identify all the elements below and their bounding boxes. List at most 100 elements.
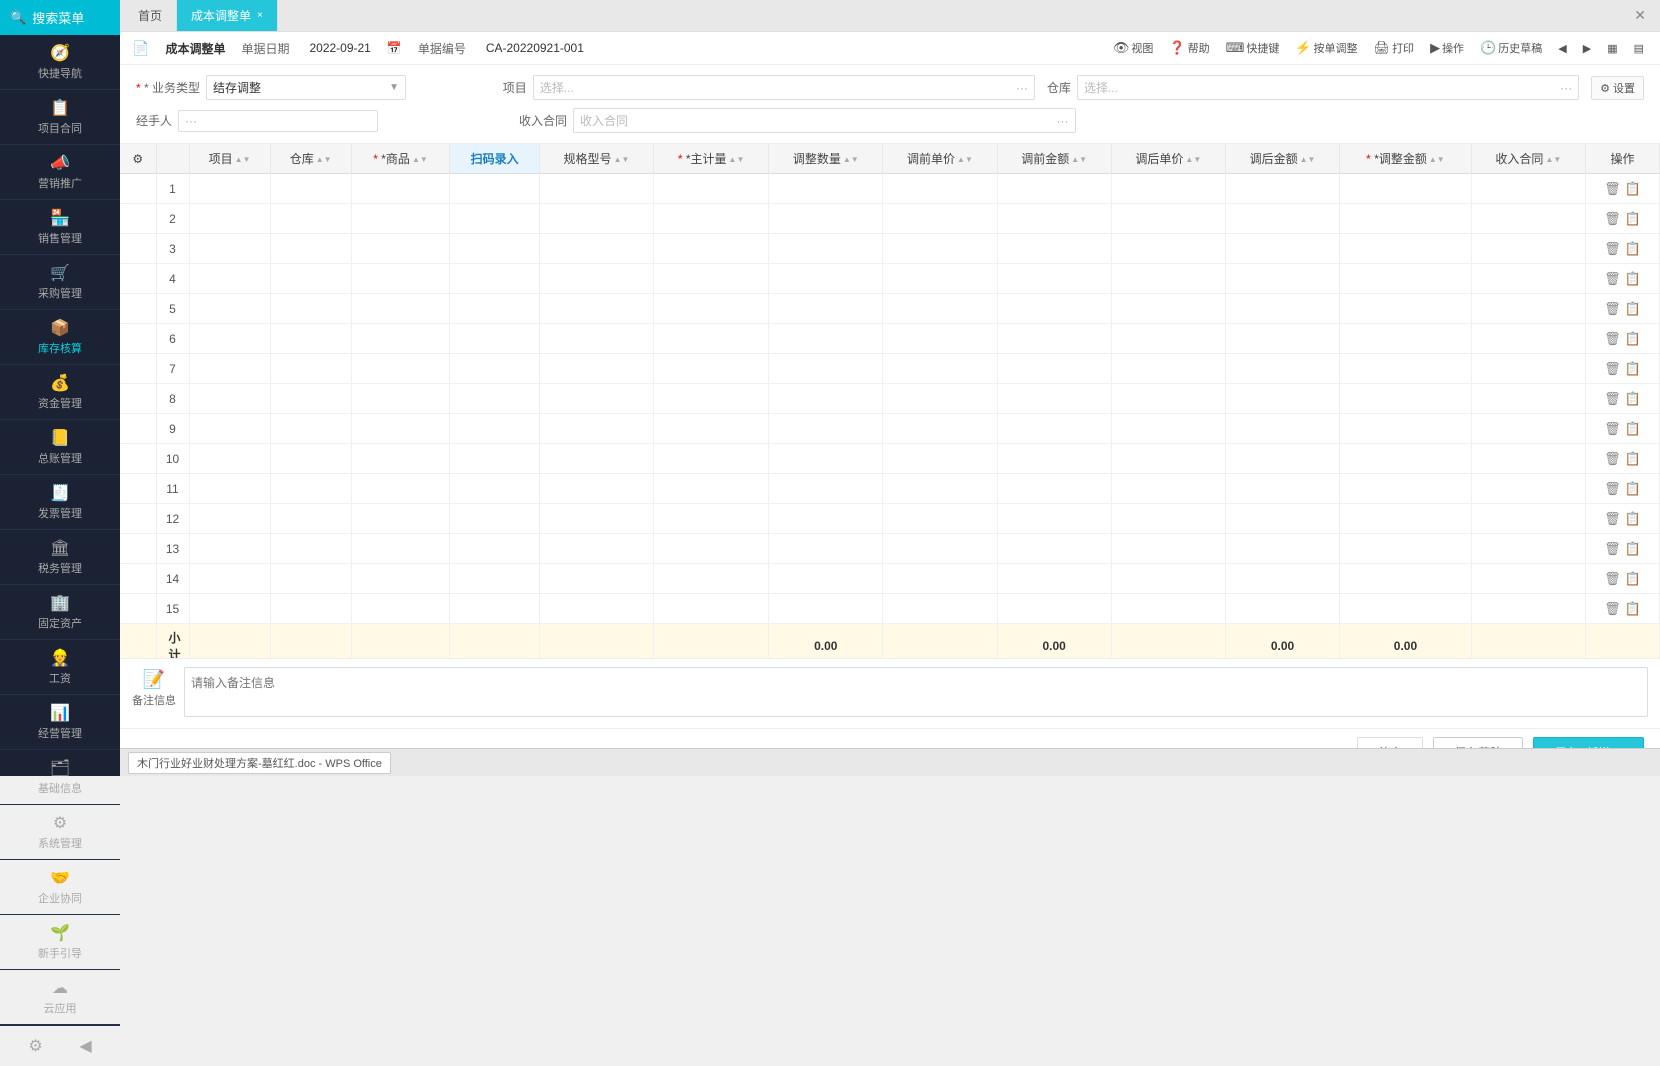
- data-cell[interactable]: [351, 444, 450, 474]
- data-cell[interactable]: [351, 384, 450, 414]
- data-cell[interactable]: [1471, 444, 1585, 474]
- data-cell[interactable]: [189, 444, 270, 474]
- data-cell[interactable]: [1471, 564, 1585, 594]
- data-cell[interactable]: [1340, 354, 1472, 384]
- data-cell[interactable]: [1340, 324, 1472, 354]
- data-cell[interactable]: [1111, 204, 1225, 234]
- data-cell[interactable]: [769, 444, 883, 474]
- data-cell[interactable]: [1340, 264, 1472, 294]
- data-cell[interactable]: [654, 174, 769, 204]
- sidebar-search[interactable]: 🔍 搜索菜单: [0, 0, 120, 35]
- tab-cost-adjust[interactable]: 成本调整单×: [177, 0, 278, 31]
- data-cell[interactable]: [1111, 384, 1225, 414]
- sidebar-item-sys-mgmt[interactable]: ⚙系统管理: [0, 805, 120, 860]
- data-cell[interactable]: [1225, 264, 1339, 294]
- data-cell[interactable]: [351, 264, 450, 294]
- data-cell[interactable]: [1471, 294, 1585, 324]
- data-cell[interactable]: [1471, 174, 1585, 204]
- data-cell[interactable]: [883, 504, 997, 534]
- sidebar-item-quick-nav[interactable]: 🧭快捷导航: [0, 35, 120, 90]
- row-delete-icon[interactable]: 🗑: [1604, 301, 1621, 317]
- data-cell[interactable]: [450, 564, 540, 594]
- data-cell[interactable]: [769, 324, 883, 354]
- data-cell[interactable]: [769, 264, 883, 294]
- toolbar-batch[interactable]: ⚡ 按单调整: [1291, 38, 1361, 58]
- row-delete-icon[interactable]: 🗑: [1604, 451, 1621, 467]
- data-cell[interactable]: [654, 564, 769, 594]
- row-delete-icon[interactable]: 🗑: [1604, 271, 1621, 287]
- data-cell[interactable]: [189, 264, 270, 294]
- data-cell[interactable]: [539, 204, 653, 234]
- row-copy-icon[interactable]: 📋: [1625, 541, 1641, 557]
- toolbar-print[interactable]: 🖨 打印: [1370, 38, 1419, 58]
- toolbar-layout1[interactable]: ▦: [1603, 40, 1621, 57]
- data-cell[interactable]: [1111, 234, 1225, 264]
- data-cell[interactable]: [1225, 294, 1339, 324]
- data-cell[interactable]: [1340, 594, 1472, 624]
- data-cell[interactable]: [351, 234, 450, 264]
- data-cell[interactable]: [351, 474, 450, 504]
- data-cell[interactable]: [351, 564, 450, 594]
- data-cell[interactable]: [270, 174, 351, 204]
- data-cell[interactable]: [883, 384, 997, 414]
- data-cell[interactable]: [189, 474, 270, 504]
- data-cell[interactable]: [997, 564, 1111, 594]
- data-cell[interactable]: [450, 414, 540, 444]
- data-cell[interactable]: [1471, 594, 1585, 624]
- data-cell[interactable]: [270, 564, 351, 594]
- toolbar-help[interactable]: ❓ 帮助: [1165, 38, 1213, 58]
- data-cell[interactable]: [654, 534, 769, 564]
- data-cell[interactable]: [1471, 384, 1585, 414]
- data-cell[interactable]: [769, 534, 883, 564]
- data-cell[interactable]: [997, 384, 1111, 414]
- row-copy-icon[interactable]: 📋: [1625, 601, 1641, 617]
- data-cell[interactable]: [270, 234, 351, 264]
- data-cell[interactable]: [539, 294, 653, 324]
- data-cell[interactable]: [1340, 204, 1472, 234]
- close-tab-cost-adjust[interactable]: ×: [257, 10, 263, 21]
- row-copy-icon[interactable]: 📋: [1625, 421, 1641, 437]
- data-cell[interactable]: [189, 564, 270, 594]
- data-cell[interactable]: [997, 444, 1111, 474]
- data-cell[interactable]: [189, 504, 270, 534]
- data-cell[interactable]: [1111, 504, 1225, 534]
- sidebar-item-inventory-calc[interactable]: 📦库存核算: [0, 310, 120, 365]
- data-cell[interactable]: [189, 384, 270, 414]
- data-cell[interactable]: [270, 354, 351, 384]
- data-cell[interactable]: [351, 534, 450, 564]
- data-cell[interactable]: [450, 204, 540, 234]
- row-copy-icon[interactable]: 📋: [1625, 511, 1641, 527]
- data-cell[interactable]: [654, 414, 769, 444]
- sidebar-item-enterprise-coop[interactable]: 🤝企业协同: [0, 860, 120, 915]
- data-cell[interactable]: [1340, 174, 1472, 204]
- data-cell[interactable]: [997, 324, 1111, 354]
- data-cell[interactable]: [539, 324, 653, 354]
- data-cell[interactable]: [883, 474, 997, 504]
- data-cell[interactable]: [997, 474, 1111, 504]
- data-cell[interactable]: [270, 444, 351, 474]
- data-cell[interactable]: [997, 294, 1111, 324]
- data-cell[interactable]: [450, 504, 540, 534]
- toolbar-next[interactable]: ▶: [1579, 40, 1595, 57]
- row-copy-icon[interactable]: 📋: [1625, 271, 1641, 287]
- data-cell[interactable]: [1340, 564, 1472, 594]
- data-cell[interactable]: [1225, 504, 1339, 534]
- data-cell[interactable]: [654, 444, 769, 474]
- data-cell[interactable]: [189, 204, 270, 234]
- data-cell[interactable]: [1111, 534, 1225, 564]
- row-copy-icon[interactable]: 📋: [1625, 301, 1641, 317]
- data-cell[interactable]: [1471, 474, 1585, 504]
- data-cell[interactable]: [270, 474, 351, 504]
- row-delete-icon[interactable]: 🗑: [1604, 481, 1621, 497]
- data-cell[interactable]: [654, 384, 769, 414]
- sidebar-item-project-contract[interactable]: 📋项目合同: [0, 90, 120, 145]
- sidebar-item-ops-mgmt[interactable]: 📊经营管理: [0, 695, 120, 750]
- data-cell[interactable]: [1111, 354, 1225, 384]
- data-cell[interactable]: [189, 534, 270, 564]
- data-cell[interactable]: [883, 564, 997, 594]
- data-cell[interactable]: [189, 414, 270, 444]
- data-cell[interactable]: [769, 174, 883, 204]
- data-cell[interactable]: [1471, 354, 1585, 384]
- row-delete-icon[interactable]: 🗑: [1604, 421, 1621, 437]
- toolbar-layout2[interactable]: ▤: [1630, 40, 1648, 57]
